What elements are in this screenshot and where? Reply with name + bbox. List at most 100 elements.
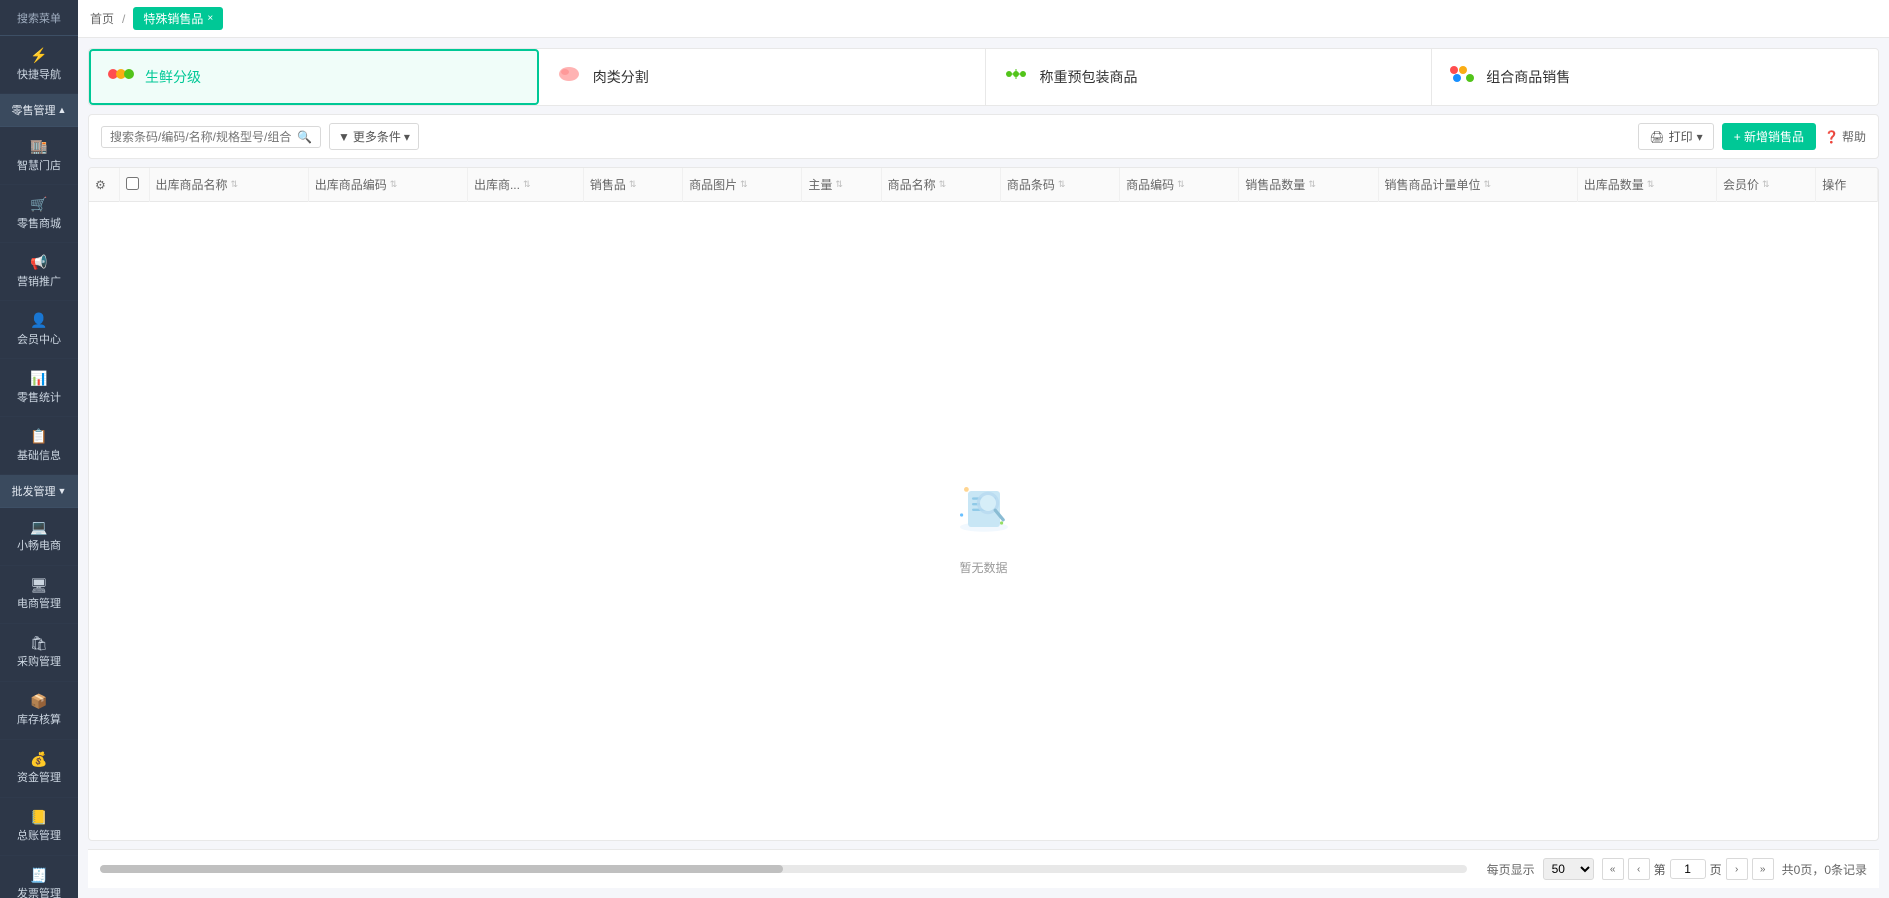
first-page-button[interactable]: « — [1602, 858, 1624, 880]
sidebar-item-ledger-mgmt[interactable]: 📒 总账管理 — [0, 798, 78, 856]
sidebar-item-retail-mgmt[interactable]: 零售管理 ▲ — [0, 94, 78, 127]
tab-cards: 生鲜分级 肉类分割 — [88, 48, 1879, 106]
member-center-icon: 👤 — [30, 311, 47, 331]
combo-icon — [1448, 63, 1476, 91]
table-header-row: ⚙ 出库商品名称 ⇅ 出库商品编码 — [89, 168, 1878, 202]
sort-icon: ⇅ — [1484, 179, 1492, 190]
last-page-button[interactable]: » — [1752, 858, 1774, 880]
retail-mall-icon: 🛒 — [30, 195, 47, 215]
search-input[interactable] — [110, 130, 293, 144]
print-arrow-icon: ▾ — [1697, 130, 1703, 144]
sidebar-item-basic-info[interactable]: 📋 基础信息 — [0, 417, 78, 475]
col-out-name[interactable]: 出库商品名称 ⇅ — [149, 168, 308, 202]
empty-state: 暂无数据 — [89, 202, 1878, 840]
retail-stats-icon: 📊 — [30, 369, 47, 389]
sidebar-item-inventory[interactable]: 📦 库存核算 — [0, 682, 78, 740]
table-checkbox-header[interactable] — [119, 168, 149, 202]
help-button[interactable]: ❓ 帮助 — [1824, 128, 1866, 145]
empty-state-text: 暂无数据 — [959, 559, 1007, 576]
col-sale-qty[interactable]: 销售品数量 ⇅ — [1239, 168, 1378, 202]
sidebar-item-quick-nav[interactable]: ⚡ 快捷导航 — [0, 36, 78, 94]
page-suffix: 页 — [1710, 861, 1722, 878]
filter-icon: ▼ — [338, 130, 350, 144]
horizontal-scrollbar[interactable] — [100, 865, 1467, 873]
sidebar-item-finance-mgmt[interactable]: 💰 资金管理 — [0, 740, 78, 798]
main-content: 首页 / 特殊销售品 × 生鲜分级 — [78, 0, 1889, 898]
col-img[interactable]: 商品图片 ⇅ — [683, 168, 802, 202]
sort-icon: ⇅ — [1177, 179, 1185, 190]
breadcrumb-separator: / — [122, 12, 125, 26]
tab-combo[interactable]: 组合商品销售 — [1432, 49, 1878, 105]
meat-cut-icon — [555, 63, 583, 91]
sidebar-item-retail-mall[interactable]: 🛒 零售商城 — [0, 185, 78, 243]
toolbar-left: 🔍 ▼ 更多条件 ▾ — [101, 123, 419, 150]
prev-page-button[interactable]: ‹ — [1628, 858, 1650, 880]
sidebar-item-smart-store[interactable]: 🏬 智慧门店 — [0, 127, 78, 185]
print-icon: 🖨 — [1649, 130, 1664, 144]
col-action: 操作 — [1816, 168, 1878, 202]
filter-button[interactable]: ▼ 更多条件 ▾ — [329, 123, 419, 150]
col-out-code[interactable]: 出库商品编码 ⇅ — [308, 168, 467, 202]
sidebar-item-sales-promo[interactable]: 📢 营销推广 — [0, 243, 78, 301]
print-button[interactable]: 🖨 打印 ▾ — [1638, 123, 1713, 150]
col-sale-unit[interactable]: 销售商品计量单位 ⇅ — [1378, 168, 1577, 202]
ledger-mgmt-icon: 📒 — [30, 808, 47, 828]
sidebar: 搜索菜单 ⚡ 快捷导航 零售管理 ▲ 🏬 智慧门店 🛒 零售商城 📢 营销推广 … — [0, 0, 78, 898]
per-page-select[interactable]: 50 10 20 100 — [1543, 858, 1594, 880]
col-good-barcode[interactable]: 商品条码 ⇅ — [1000, 168, 1119, 202]
toolbar: 🔍 ▼ 更多条件 ▾ 🖨 打印 ▾ + 新增销售品 ❓ — [88, 114, 1879, 159]
sidebar-item-retail-stats[interactable]: 📊 零售统计 — [0, 359, 78, 417]
breadcrumb-current[interactable]: 特殊销售品 × — [133, 7, 223, 30]
sidebar-item-purchase-mgmt[interactable]: 🛍 采购管理 — [0, 624, 78, 682]
fresh-grade-icon — [107, 63, 135, 91]
sort-icon: ⇅ — [231, 179, 239, 190]
col-good-code[interactable]: 商品编码 ⇅ — [1120, 168, 1239, 202]
search-icon[interactable]: 🔍 — [297, 130, 312, 144]
weigh-pkg-icon — [1002, 63, 1030, 91]
select-all-checkbox[interactable] — [126, 177, 139, 190]
sidebar-item-member-center[interactable]: 👤 会员中心 — [0, 301, 78, 359]
col-sale-item[interactable]: 销售品 ⇅ — [583, 168, 682, 202]
bottom-bar: 每页显示 50 10 20 100 « ‹ 第 页 › » 共0页，0条记录 — [88, 849, 1879, 888]
col-good-name[interactable]: 商品名称 ⇅ — [881, 168, 1000, 202]
tab-weigh-pkg[interactable]: 称重预包装商品 — [986, 49, 1433, 105]
search-box[interactable]: 🔍 — [101, 126, 321, 148]
invoice-mgmt-icon: 🧾 — [30, 866, 47, 886]
empty-state-illustration — [944, 467, 1024, 547]
sidebar-item-invoice-mgmt[interactable]: 🧾 发票管理 — [0, 856, 78, 898]
tab-meat-cut[interactable]: 肉类分割 — [539, 49, 986, 105]
retail-mgmt-arrow-icon: ▲ — [58, 105, 67, 115]
breadcrumb-close-icon[interactable]: × — [207, 13, 213, 24]
col-weight[interactable]: 主量 ⇅ — [802, 168, 881, 202]
tab-fresh-grade[interactable]: 生鲜分级 — [89, 49, 539, 105]
sidebar-item-ecom-mgmt[interactable]: 🖥 电商管理 — [0, 566, 78, 624]
table-container: ⚙ 出库商品名称 ⇅ 出库商品编码 — [88, 167, 1879, 841]
sort-icon: ⇅ — [740, 179, 748, 190]
per-page-label: 每页显示 — [1487, 861, 1535, 878]
basic-info-icon: 📋 — [30, 427, 47, 447]
help-icon: ❓ — [1824, 130, 1839, 144]
sort-icon: ⇅ — [390, 179, 398, 190]
sort-icon: ⇅ — [939, 179, 947, 190]
sidebar-item-wholesale-mgmt[interactable]: 批发管理 ▼ — [0, 475, 78, 508]
scrollbar-thumb[interactable] — [100, 865, 783, 873]
finance-mgmt-icon: 💰 — [30, 750, 47, 770]
inventory-icon: 📦 — [30, 692, 47, 712]
next-page-button[interactable]: › — [1726, 858, 1748, 880]
sort-icon: ⇅ — [1308, 179, 1316, 190]
breadcrumb-home[interactable]: 首页 — [90, 10, 114, 27]
wholesale-mgmt-arrow-icon: ▼ — [58, 486, 67, 496]
purchase-mgmt-icon: 🛍 — [30, 634, 48, 654]
col-out-spec[interactable]: 出库商... ⇅ — [467, 168, 583, 202]
pagination: 每页显示 50 10 20 100 « ‹ 第 页 › » 共0页，0条记录 — [1487, 858, 1867, 880]
sort-icon: ⇅ — [1762, 179, 1770, 190]
add-product-button[interactable]: + 新增销售品 — [1722, 123, 1816, 150]
data-table: ⚙ 出库商品名称 ⇅ 出库商品编码 — [89, 168, 1878, 202]
page-number-input[interactable] — [1670, 859, 1706, 879]
sidebar-item-mini-ecom[interactable]: 💻 小畅电商 — [0, 508, 78, 566]
page-navigation: « ‹ 第 页 › » — [1602, 858, 1774, 880]
col-member-price[interactable]: 会员价 ⇅ — [1716, 168, 1815, 202]
col-out-qty[interactable]: 出库品数量 ⇅ — [1577, 168, 1716, 202]
table-settings-header[interactable]: ⚙ — [89, 168, 119, 202]
sidebar-logo[interactable]: 搜索菜单 — [0, 0, 78, 36]
